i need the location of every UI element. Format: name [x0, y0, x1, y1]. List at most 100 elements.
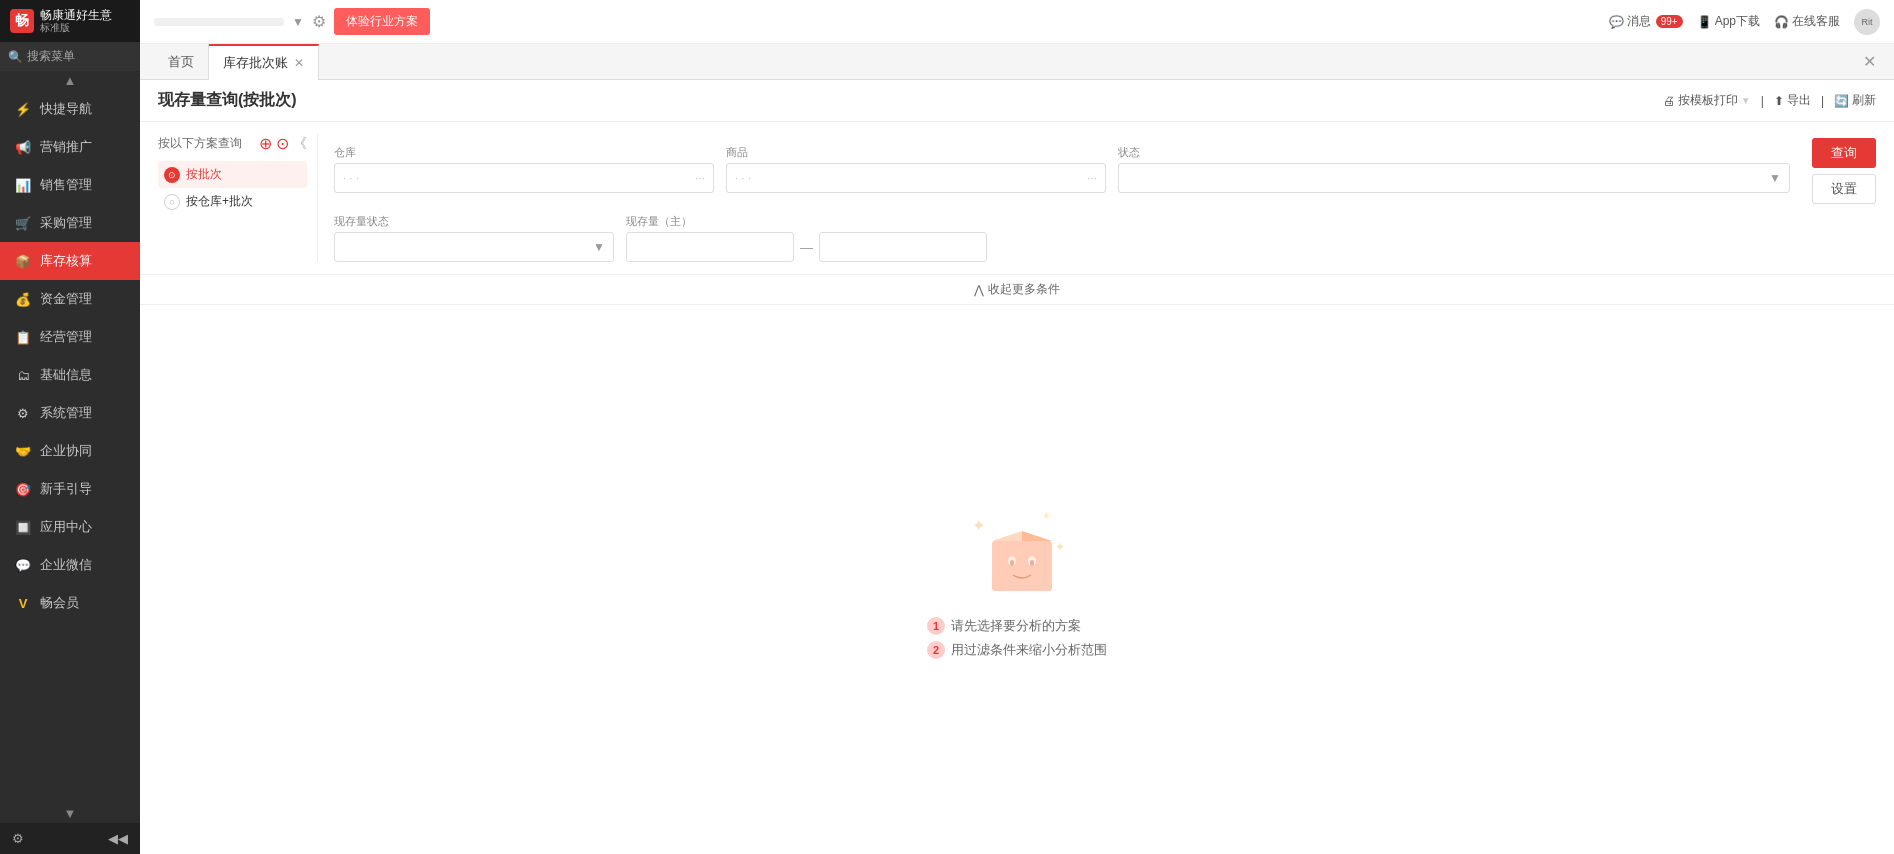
sidebar-item-operation[interactable]: 📋 经营管理	[0, 318, 140, 356]
collapse-schemes-icon[interactable]: 《	[293, 135, 307, 153]
inventory-status-dropdown-icon: ▼	[593, 240, 605, 254]
sidebar-item-appstore[interactable]: 🔲 应用中心	[0, 508, 140, 546]
scheme-item-warehouse-batch[interactable]: ○ 按仓库+批次	[158, 188, 307, 215]
query-btn[interactable]: 查询	[1812, 138, 1876, 168]
app-brand: 畅康通好生意 标准版	[40, 8, 112, 34]
settings-footer-icon[interactable]: ⚙	[12, 831, 24, 846]
collapse-sidebar-icon[interactable]: ◀◀	[108, 831, 128, 846]
empty-hints: 1 请先选择要分析的方案 2 用过滤条件来缩小分析范围	[927, 617, 1107, 659]
chevron-up-icon: ⋀	[974, 283, 984, 297]
sidebar-item-sales[interactable]: 📊 销售管理	[0, 166, 140, 204]
empty-hint-1: 1 请先选择要分析的方案	[927, 617, 1107, 635]
sidebar-item-vip[interactable]: V 畅会员	[0, 584, 140, 622]
sidebar-item-label: 销售管理	[40, 176, 92, 194]
sales-icon: 📊	[14, 176, 32, 194]
tab-panel-close: ✕	[1855, 52, 1880, 71]
sidebar-item-label: 资金管理	[40, 290, 92, 308]
experience-btn[interactable]: 体验行业方案	[334, 8, 430, 35]
wechat-icon: 💬	[14, 556, 32, 574]
content-area: 现存量查询(按批次) 🖨 按模板打印 ▼ | ⬆ 导出 | 🔄 刷新	[140, 80, 1894, 854]
settings-scheme-icon[interactable]: ⊙	[276, 134, 289, 153]
schemes-actions: ⊕ ⊙ 《	[259, 134, 307, 153]
status-select[interactable]: ▼	[1118, 163, 1790, 193]
messages-btn[interactable]: 💬 消息 99+	[1609, 13, 1683, 30]
qty-min-input[interactable]	[626, 232, 794, 262]
sidebar-item-label: 经营管理	[40, 328, 92, 346]
filter-body: 按以下方案查询 ⊕ ⊙ 《 ⊙ 按批次 ○ 按仓库+批次	[140, 122, 1894, 274]
inventory-icon: 📦	[14, 252, 32, 270]
message-icon: 💬	[1609, 15, 1624, 29]
vip-icon: V	[14, 594, 32, 612]
sidebar-item-system[interactable]: ⚙ 系统管理	[0, 394, 140, 432]
online-service-label: 在线客服	[1792, 13, 1840, 30]
quick-nav-icon: ⚡	[14, 100, 32, 118]
phone-icon: 📱	[1697, 15, 1712, 29]
scroll-up-btn[interactable]: ▲	[0, 71, 140, 90]
online-service-btn[interactable]: 🎧 在线客服	[1774, 13, 1840, 30]
print-btn[interactable]: 🖨 按模板打印 ▼	[1663, 92, 1751, 109]
sidebar-item-enterprise[interactable]: 🤝 企业协同	[0, 432, 140, 470]
app-download-btn[interactable]: 📱 App下载	[1697, 13, 1760, 30]
page-title: 现存量查询(按批次)	[158, 90, 297, 111]
topbar-right: 💬 消息 99+ 📱 App下载 🎧 在线客服 Rit	[1609, 9, 1880, 35]
schemes-header: 按以下方案查询 ⊕ ⊙ 《	[158, 134, 307, 153]
sidebar-item-quick-nav[interactable]: ⚡ 快捷导航	[0, 90, 140, 128]
sidebar-item-label: 库存核算	[40, 252, 92, 270]
collapse-more-btn[interactable]: ⋀ 收起更多条件	[140, 274, 1894, 304]
tab-home-label: 首页	[168, 53, 194, 71]
sidebar-item-newbie[interactable]: 🎯 新手引导	[0, 470, 140, 508]
collapse-more-label: 收起更多条件	[988, 281, 1060, 298]
refresh-btn[interactable]: 🔄 刷新	[1834, 92, 1876, 109]
page-actions: 🖨 按模板打印 ▼ | ⬆ 导出 | 🔄 刷新	[1663, 92, 1876, 109]
dropdown-icon[interactable]: ▼	[292, 15, 304, 29]
filter-actions: 查询 设置	[1802, 134, 1876, 204]
export-btn[interactable]: ⬆ 导出	[1774, 92, 1811, 109]
sidebar-item-inventory[interactable]: 📦 库存核算	[0, 242, 140, 280]
tabbar: 首页 库存批次账 ✕ ✕	[140, 44, 1894, 80]
topbar-search-box[interactable]	[154, 18, 284, 26]
inventory-status-select[interactable]: ▼	[334, 232, 614, 262]
empty-hint-2: 2 用过滤条件来缩小分析范围	[927, 641, 1107, 659]
warehouse-input[interactable]: ··· ···	[334, 163, 714, 193]
sidebar-item-wechat[interactable]: 💬 企业微信	[0, 546, 140, 584]
sidebar-item-label: 应用中心	[40, 518, 92, 536]
tab-inventory-batch[interactable]: 库存批次账 ✕	[209, 44, 319, 80]
product-input[interactable]: ··· ···	[726, 163, 1106, 193]
settings-btn[interactable]: 设置	[1812, 174, 1876, 204]
svg-point-5	[1010, 560, 1014, 566]
svg-point-6	[1030, 560, 1034, 566]
inventory-status-filter: 现存量状态 ▼	[334, 214, 614, 262]
sidebar-item-label: 企业协同	[40, 442, 92, 460]
print-label: 按模板打印	[1678, 92, 1738, 109]
sidebar-nav: ⚡ 快捷导航 📢 营销推广 📊 销售管理 🛒 采购管理 📦 库存核算 💰 资金管…	[0, 90, 140, 804]
add-scheme-icon[interactable]: ⊕	[259, 134, 272, 153]
scroll-down-btn[interactable]: ▼	[0, 804, 140, 823]
messages-label: 消息	[1627, 13, 1651, 30]
appstore-icon: 🔲	[14, 518, 32, 536]
tab-home[interactable]: 首页	[154, 44, 209, 80]
search-menu[interactable]: 🔍 搜索菜单	[0, 42, 140, 71]
svg-text:✦: ✦	[972, 517, 985, 534]
print-dropdown-icon[interactable]: ▼	[1741, 95, 1751, 106]
svg-rect-0	[992, 541, 1052, 591]
settings-icon[interactable]: ⚙	[312, 12, 326, 31]
sidebar-item-label: 畅会员	[40, 594, 79, 612]
scheme-active-dot: ⊙	[164, 167, 180, 183]
user-area[interactable]: Rit	[1854, 9, 1880, 35]
tab-close-btn[interactable]: ✕	[294, 56, 304, 70]
qty-max-input[interactable]	[819, 232, 987, 262]
close-panel-icon[interactable]: ✕	[1863, 52, 1876, 71]
refresh-icon: 🔄	[1834, 94, 1849, 108]
operation-icon: 📋	[14, 328, 32, 346]
sidebar-item-finance[interactable]: 💰 资金管理	[0, 280, 140, 318]
product-label: 商品	[726, 145, 1106, 160]
filter-row-1: 仓库 ··· ··· 商品 ··· ···	[334, 134, 1876, 204]
topbar-left: ▼ ⚙ 体验行业方案	[154, 8, 430, 35]
sidebar-item-marketing[interactable]: 📢 营销推广	[0, 128, 140, 166]
scheme-item-batch[interactable]: ⊙ 按批次	[158, 161, 307, 188]
sidebar-item-basic[interactable]: 🗂 基础信息	[0, 356, 140, 394]
inventory-status-label: 现存量状态	[334, 214, 614, 229]
search-icon: 🔍	[8, 50, 23, 64]
sidebar-item-purchase[interactable]: 🛒 采购管理	[0, 204, 140, 242]
product-more-icon: ···	[1087, 171, 1097, 185]
